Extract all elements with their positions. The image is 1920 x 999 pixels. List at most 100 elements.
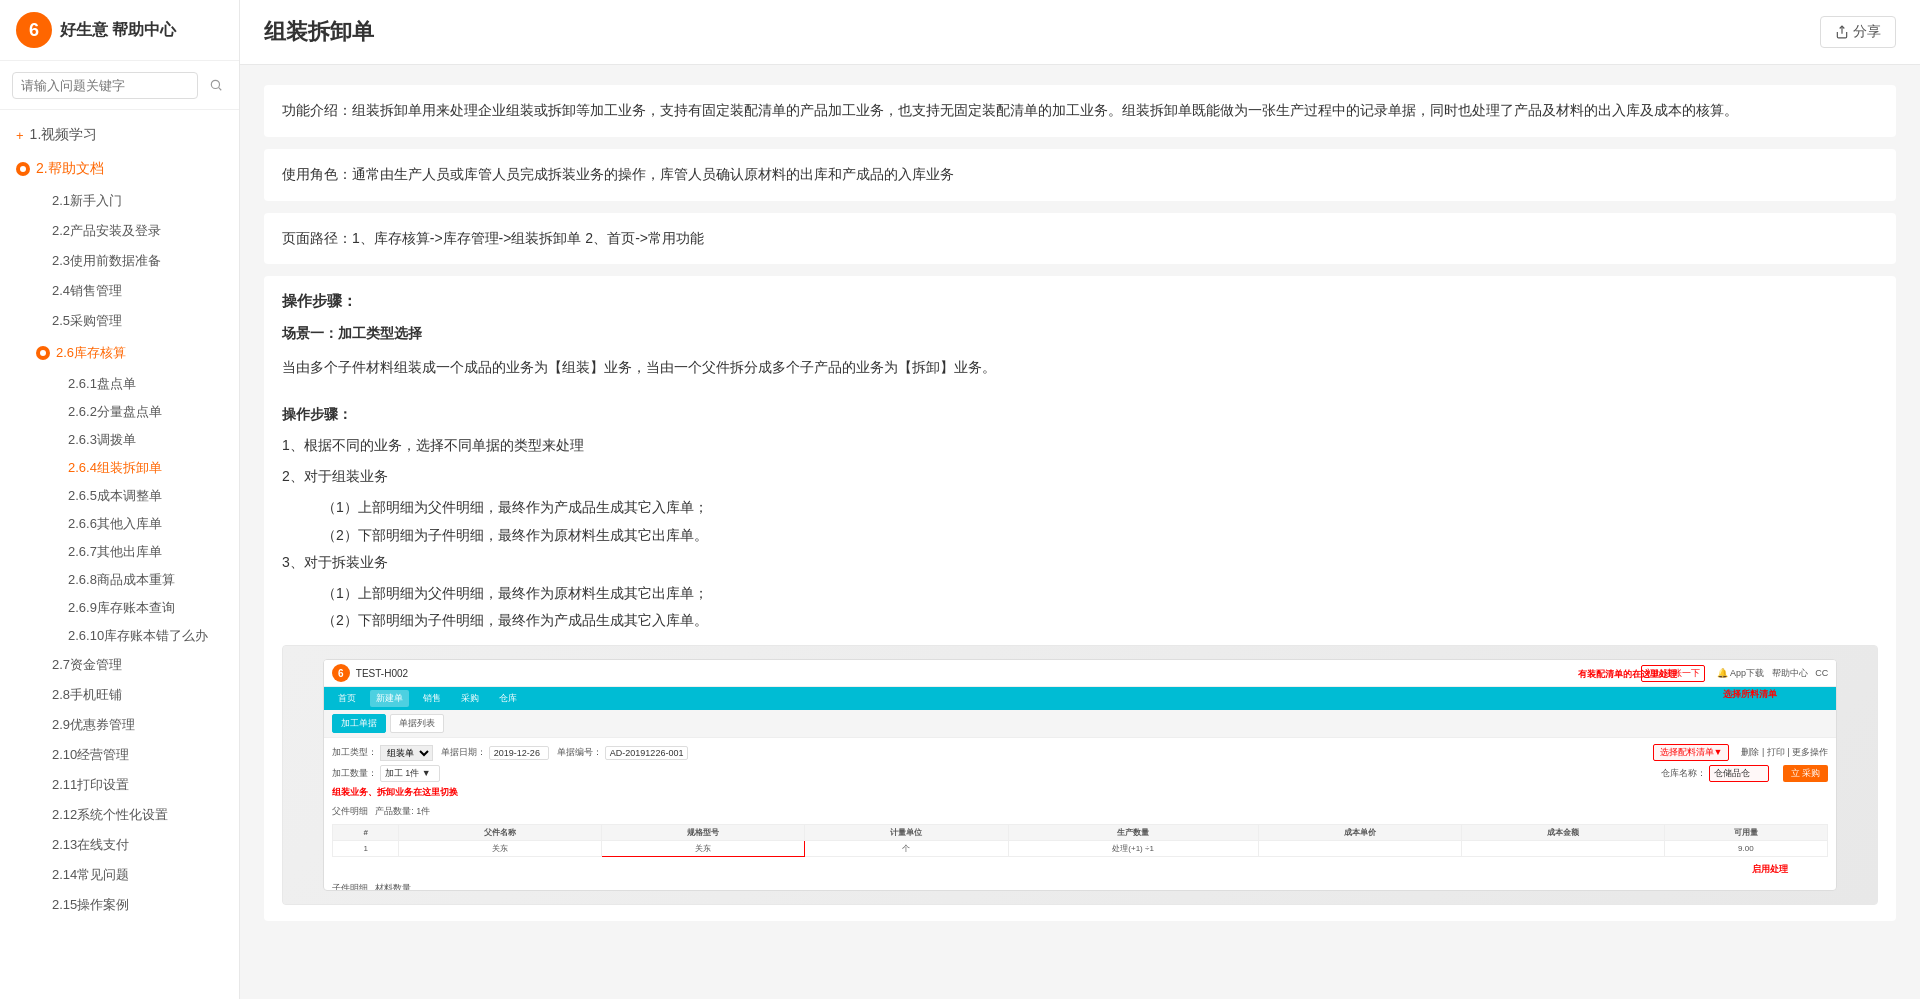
search-button[interactable] (204, 71, 227, 99)
sidebar-item-faq[interactable]: 2.14常见问题 (36, 860, 239, 890)
inventory-sub: 2.6.1盘点单 2.6.2分量盘点单 2.6.3调拨单 2.6.4组装拆卸单 … (36, 370, 239, 650)
sidebar-item-purchase[interactable]: 2.5采购管理 (36, 306, 239, 336)
mock-label-type: 加工类型： (332, 746, 377, 759)
mock-annotation-enable: 启用处理 (1752, 863, 1788, 876)
section2-label: 2.帮助文档 (36, 160, 104, 178)
step2: 2、对于组装业务 (282, 464, 1878, 489)
mock-td-avail: 9.00 (1664, 841, 1827, 857)
mock-nav-sales[interactable]: 采购 (455, 690, 485, 707)
logo-text: 6 (29, 20, 39, 41)
share-button[interactable]: 分享 (1820, 16, 1896, 48)
sidebar-item-docs[interactable]: 2.帮助文档 (0, 152, 239, 186)
mock-input-code[interactable]: AD-20191226-001 (605, 746, 689, 760)
mock-nav-home[interactable]: 首页 (332, 690, 362, 707)
sidebar-item-outstock[interactable]: 2.6.7其他出库单 (52, 538, 239, 566)
mock-annotation-assembly: 组装业务、拆卸业务在这里切换 (332, 787, 458, 797)
mock-app-name: TEST-H002 (356, 668, 408, 679)
mock-table-title-top: 父件明细 产品数量: 1件 (332, 805, 1828, 818)
mock-tab-new[interactable]: 加工单据 (332, 714, 386, 733)
screenshot-inner: 6 TEST-H002 初始建账一下 🔔 App下载 帮助中心 CC 首页 新建… (283, 646, 1877, 904)
sidebar-item-payment[interactable]: 2.13在线支付 (36, 830, 239, 860)
sidebar-item-install[interactable]: 2.2产品安装及登录 (36, 216, 239, 246)
sidebar: 6 好生意 帮助中心 + 1.视频学习 2.帮助文档 2.1新手入门 (0, 0, 240, 999)
mock-label-date: 单据日期： (441, 746, 486, 759)
mock-fields-row2: 加工数量： 加工 1件 ▼ 仓库名称： 仓储品仓 立 采购 (332, 765, 1828, 782)
step1: 1、根据不同的业务，选择不同单据的类型来处理 (282, 433, 1878, 458)
sidebar-item-stocktake[interactable]: 2.6.1盘点单 (52, 370, 239, 398)
mock-td-unit: 个 (805, 841, 1008, 857)
intro-block-2: 使用角色：通常由生产人员或库管人员完成拆装业务的操作，库管人员确认原材料的出库和… (264, 149, 1896, 201)
mock-logo: 6 (332, 664, 350, 682)
app-name: 好生意 帮助中心 (60, 20, 176, 41)
sidebar-item-stock-error[interactable]: 2.6.10库存账本错了么办 (52, 622, 239, 650)
mock-td-qty: 处理(+1) ÷1 (1008, 841, 1258, 857)
step2-sub2: （2）下部明细为子件明细，最终作为原材料生成其它出库单。 (322, 523, 1878, 548)
sidebar-item-assembly[interactable]: 2.6.4组装拆卸单 (52, 454, 239, 482)
mock-nav-finance[interactable]: 仓库 (493, 690, 523, 707)
mock-th-qty2: 生产数量 (1008, 825, 1258, 841)
sidebar-item-newbie[interactable]: 2.1新手入门 (36, 186, 239, 216)
expand-icon: + (16, 128, 24, 143)
mock-select-bom-btn[interactable]: 选择配料清单▼ (1653, 744, 1730, 761)
mock-tab-list[interactable]: 单据列表 (390, 714, 444, 733)
mock-field-date: 单据日期： 2019-12-26 (441, 746, 549, 760)
mock-topbar: 6 TEST-H002 初始建账一下 🔔 App下载 帮助中心 CC (324, 660, 1836, 687)
sidebar-item-instock[interactable]: 2.6.6其他入库单 (52, 510, 239, 538)
mock-th-avail: 可用量 (1664, 825, 1827, 841)
mock-update-btn: 初始建账一下 (1641, 665, 1705, 682)
mock-th-seq: # (332, 825, 399, 841)
mock-field-type: 加工类型： 组装单 (332, 745, 433, 761)
sidebar-item-stock-query[interactable]: 2.6.9库存账本查询 (52, 594, 239, 622)
screenshot-container: 6 TEST-H002 初始建账一下 🔔 App下载 帮助中心 CC 首页 新建… (282, 645, 1878, 905)
step3-sub2: （2）下部明细为子件明细，最终作为产成品生成其它入库单。 (322, 608, 1878, 633)
mock-screen: 6 TEST-H002 初始建账一下 🔔 App下载 帮助中心 CC 首页 新建… (323, 659, 1837, 891)
mock-nav-purchase[interactable]: 销售 (417, 690, 447, 707)
ops-title: 操作步骤： (282, 292, 1878, 311)
scene1-desc: 当由多个子件材料组装成一个成品的业务为【组装】业务，当由一个父件拆分成多个子产品… (282, 355, 1878, 380)
share-label: 分享 (1853, 23, 1881, 41)
sidebar-item-sales[interactable]: 2.4销售管理 (36, 276, 239, 306)
sidebar-item-finance[interactable]: 2.7资金管理 (36, 650, 239, 680)
main-content: 组装拆卸单 分享 功能介绍：组装拆卸单用来处理企业组装或拆卸等加工业务，支持有固… (240, 0, 1920, 999)
mock-tab-area: 加工单据 单据列表 (324, 710, 1836, 738)
intro-text-1: 功能介绍：组装拆卸单用来处理企业组装或拆卸等加工业务，支持有固定装配清单的产品加… (282, 102, 1738, 118)
sidebar-item-cost-recalc[interactable]: 2.6.8商品成本重算 (52, 566, 239, 594)
nav-list: + 1.视频学习 2.帮助文档 2.1新手入门 2.2产品安装及登录 2.3使用… (0, 110, 239, 999)
mock-table-parent: # 父件名称 规格型号 计量单位 生产数量 成本单价 成本金额 可用量 (332, 824, 1828, 857)
mock-select-type[interactable]: 组装单 (380, 745, 433, 761)
mock-input-date[interactable]: 2019-12-26 (489, 746, 549, 760)
mock-td-1: 1 (332, 841, 399, 857)
step3-sub1: （1）上部明细为父件明细，最终作为原材料生成其它出库单； (322, 581, 1878, 606)
sidebar-item-inventory[interactable]: 2.6库存核算 (36, 336, 239, 370)
mock-nav-inventory[interactable]: 新建单 (370, 690, 409, 707)
sidebar-item-cost-adj[interactable]: 2.6.5成本调整单 (52, 482, 239, 510)
mock-confirm-btn[interactable]: 立 采购 (1783, 765, 1829, 782)
sidebar-item-coupon[interactable]: 2.9优惠券管理 (36, 710, 239, 740)
sidebar-item-partial-stocktake[interactable]: 2.6.2分量盘点单 (52, 398, 239, 426)
breadcrumb-block: 页面路径：1、库存核算->库存管理->组装拆卸单 2、首页->常用功能 (264, 213, 1896, 265)
content-area: 功能介绍：组装拆卸单用来处理企业组装或拆卸等加工业务，支持有固定装配清单的产品加… (240, 65, 1920, 999)
mock-field-warehouse: 仓库名称： 仓储品仓 (1661, 765, 1769, 782)
search-input[interactable] (12, 72, 198, 99)
sidebar-item-system[interactable]: 2.12系统个性化设置 (36, 800, 239, 830)
sidebar-item-mobile[interactable]: 2.8手机旺铺 (36, 680, 239, 710)
sidebar-item-cases[interactable]: 2.15操作案例 (36, 890, 239, 920)
mock-field-code: 单据编号： AD-20191226-001 (557, 746, 689, 760)
sidebar-item-print[interactable]: 2.11打印设置 (36, 770, 239, 800)
sidebar-item-video[interactable]: + 1.视频学习 (0, 118, 239, 152)
sidebar-item-data-prep[interactable]: 2.3使用前数据准备 (36, 246, 239, 276)
mock-input-qty[interactable]: 加工 1件 ▼ (380, 765, 440, 782)
mock-field-qty: 加工数量： 加工 1件 ▼ (332, 765, 440, 782)
sidebar-item-transfer[interactable]: 2.6.3调拨单 (52, 426, 239, 454)
mock-input-warehouse[interactable]: 仓储品仓 (1709, 765, 1769, 782)
mock-action-icons: 删除 | 打印 | 更多操作 (1741, 746, 1828, 759)
nav-section-2: 2.帮助文档 2.1新手入门 2.2产品安装及登录 2.3使用前数据准备 2.4… (0, 152, 239, 920)
mock-th-unit: 计量单位 (805, 825, 1008, 841)
mock-table-title-bottom: 子件明细 材料数量 (332, 882, 1828, 890)
operations-section: 操作步骤： 场景一：加工类型选择 当由多个子件材料组装成一个成品的业务为【组装】… (264, 276, 1896, 921)
logo-icon: 6 (16, 12, 52, 48)
page-title: 组装拆卸单 (264, 17, 374, 47)
sidebar-item-management[interactable]: 2.10经营管理 (36, 740, 239, 770)
nav-section-1: + 1.视频学习 (0, 118, 239, 152)
mock-th-tcost: 成本金额 (1461, 825, 1664, 841)
